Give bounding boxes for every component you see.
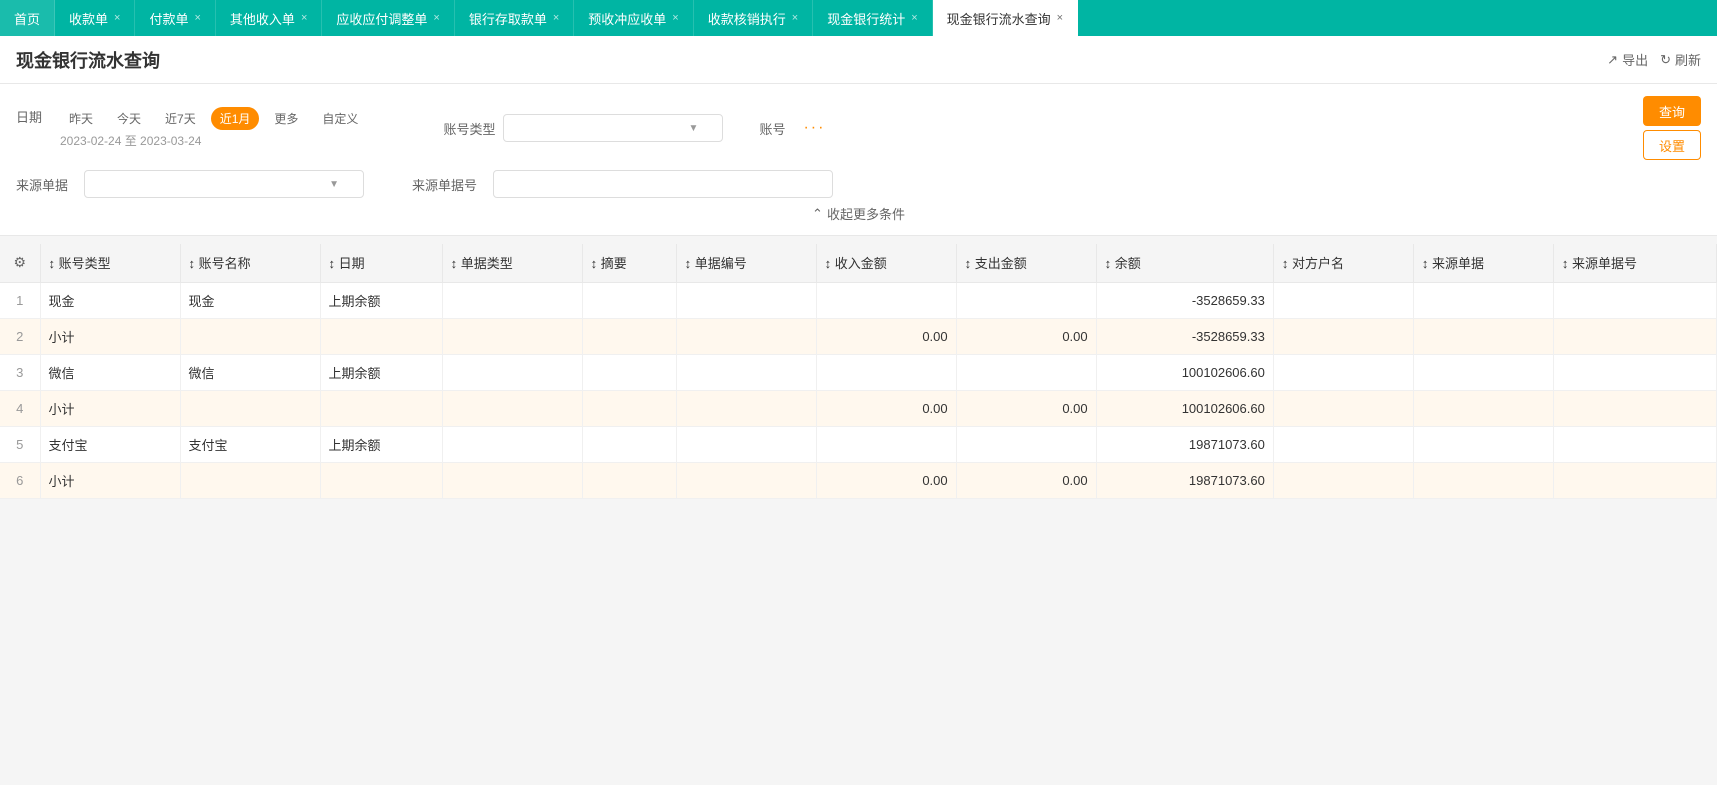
- col-doc-no: ↕ 单据编号: [676, 244, 816, 282]
- refresh-button[interactable]: ↻ 刷新: [1660, 50, 1701, 69]
- close-icon[interactable]: ×: [114, 12, 120, 24]
- date-label: 日期: [16, 107, 52, 126]
- nav-receipt[interactable]: 收款单 ×: [55, 0, 135, 36]
- table-row[interactable]: 3微信微信上期余额100102606.60: [0, 354, 1717, 390]
- setting-button[interactable]: 设置: [1643, 130, 1701, 160]
- source-doc-select[interactable]: ▼: [84, 170, 364, 198]
- nav-cashflow-query[interactable]: 现金银行流水查询 ×: [933, 0, 1078, 36]
- account-type-filter: 账号类型 ▼: [443, 114, 723, 142]
- account-type-label: 账号类型: [443, 119, 495, 138]
- table-row[interactable]: 1现金现金上期余额-3528659.33: [0, 282, 1717, 318]
- col-doc-type: ↕ 单据类型: [442, 244, 582, 282]
- data-table: ⚙ ↕ 账号类型 ↕ 账号名称 ↕ 日期 ↕ 单据类型 ↕ 摘要 ↕ 单据编号 …: [0, 244, 1717, 499]
- col-balance: ↕ 余额: [1096, 244, 1273, 282]
- col-account-name: ↕ 账号名称: [180, 244, 320, 282]
- col-source-doc-no: ↕ 来源单据号: [1553, 244, 1716, 282]
- chevron-down-icon: ▼: [329, 179, 339, 190]
- collapse-icon: ⌃: [812, 206, 823, 222]
- nav-bank-deposit[interactable]: 银行存取款单 ×: [455, 0, 574, 36]
- source-doc-label: 来源单据: [16, 175, 68, 194]
- col-counterparty: ↕ 对方户名: [1273, 244, 1413, 282]
- close-icon[interactable]: ×: [792, 12, 798, 24]
- filter-row-1: 日期 昨天 今天 近7天 近1月 更多 自定义 2023-02-24 至 202…: [16, 96, 1701, 160]
- page-header: 现金银行流水查询 ↗ 导出 ↻ 刷新: [0, 36, 1717, 84]
- nav-payment[interactable]: 付款单 ×: [135, 0, 215, 36]
- chevron-down-icon: ▼: [689, 123, 699, 134]
- date-btn-7days[interactable]: 近7天: [156, 107, 205, 130]
- close-icon[interactable]: ×: [553, 12, 559, 24]
- nav-other-income[interactable]: 其他收入单 ×: [216, 0, 322, 36]
- close-icon[interactable]: ×: [911, 12, 917, 24]
- header-actions: ↗ 导出 ↻ 刷新: [1607, 50, 1701, 69]
- nav-stats[interactable]: 现金银行统计 ×: [813, 0, 932, 36]
- col-account-type: ↕ 账号类型: [40, 244, 180, 282]
- col-source-doc: ↕ 来源单据: [1413, 244, 1553, 282]
- date-btn-yesterday[interactable]: 昨天: [60, 107, 102, 130]
- col-gear: ⚙: [0, 244, 40, 282]
- gear-icon[interactable]: ⚙: [13, 254, 26, 270]
- table-row[interactable]: 6小计0.000.0019871073.60: [0, 462, 1717, 498]
- close-icon[interactable]: ×: [1057, 12, 1063, 24]
- top-navigation: 首页 收款单 × 付款单 × 其他收入单 × 应收应付调整单 × 银行存取款单 …: [0, 0, 1717, 36]
- col-income: ↕ 收入金额: [816, 244, 956, 282]
- collapse-bar[interactable]: ⌃ 收起更多条件: [16, 204, 1701, 223]
- refresh-icon: ↻: [1660, 52, 1671, 68]
- filter-row-2: 来源单据 ▼ 来源单据号: [16, 170, 1701, 198]
- col-expense: ↕ 支出金额: [956, 244, 1096, 282]
- date-buttons: 昨天 今天 近7天 近1月 更多 自定义: [60, 107, 367, 130]
- close-icon[interactable]: ×: [433, 12, 439, 24]
- date-filter: 日期 昨天 今天 近7天 近1月 更多 自定义 2023-02-24 至 202…: [16, 107, 367, 149]
- account-filter: 账号 ···: [759, 119, 825, 138]
- close-icon[interactable]: ×: [194, 12, 200, 24]
- close-icon[interactable]: ×: [672, 12, 678, 24]
- nav-advance[interactable]: 预收冲应收单 ×: [574, 0, 693, 36]
- table-row[interactable]: 4小计0.000.00100102606.60: [0, 390, 1717, 426]
- date-btn-more[interactable]: 更多: [265, 107, 307, 130]
- filter-area: 日期 昨天 今天 近7天 近1月 更多 自定义 2023-02-24 至 202…: [0, 84, 1717, 236]
- date-btn-today[interactable]: 今天: [108, 107, 150, 130]
- page-title: 现金银行流水查询: [16, 47, 160, 73]
- account-type-select[interactable]: ▼: [503, 114, 723, 142]
- source-doc-num-label: 来源单据号: [412, 175, 477, 194]
- query-button[interactable]: 查询: [1643, 96, 1701, 126]
- source-doc-num-input[interactable]: [493, 170, 833, 198]
- table-header-row: ⚙ ↕ 账号类型 ↕ 账号名称 ↕ 日期 ↕ 单据类型 ↕ 摘要 ↕ 单据编号 …: [0, 244, 1717, 282]
- export-icon: ↗: [1607, 52, 1618, 68]
- export-button[interactable]: ↗ 导出: [1607, 50, 1648, 69]
- more-options-icon[interactable]: ···: [803, 119, 825, 137]
- date-btn-custom[interactable]: 自定义: [313, 107, 367, 130]
- table-body: 1现金现金上期余额-3528659.332小计0.000.00-3528659.…: [0, 282, 1717, 498]
- account-label: 账号: [759, 119, 795, 138]
- action-buttons: 查询 设置: [1643, 96, 1701, 160]
- nav-adjustment[interactable]: 应收应付调整单 ×: [322, 0, 454, 36]
- data-table-container: ⚙ ↕ 账号类型 ↕ 账号名称 ↕ 日期 ↕ 单据类型 ↕ 摘要 ↕ 单据编号 …: [0, 244, 1717, 499]
- table-row[interactable]: 5支付宝支付宝上期余额19871073.60: [0, 426, 1717, 462]
- table-row[interactable]: 2小计0.000.00-3528659.33: [0, 318, 1717, 354]
- nav-verify[interactable]: 收款核销执行 ×: [694, 0, 813, 36]
- col-date: ↕ 日期: [320, 244, 442, 282]
- col-summary: ↕ 摘要: [582, 244, 676, 282]
- nav-home[interactable]: 首页: [0, 0, 55, 36]
- date-btn-1month[interactable]: 近1月: [211, 107, 260, 130]
- date-range-text: 2023-02-24 至 2023-03-24: [60, 132, 367, 149]
- close-icon[interactable]: ×: [301, 12, 307, 24]
